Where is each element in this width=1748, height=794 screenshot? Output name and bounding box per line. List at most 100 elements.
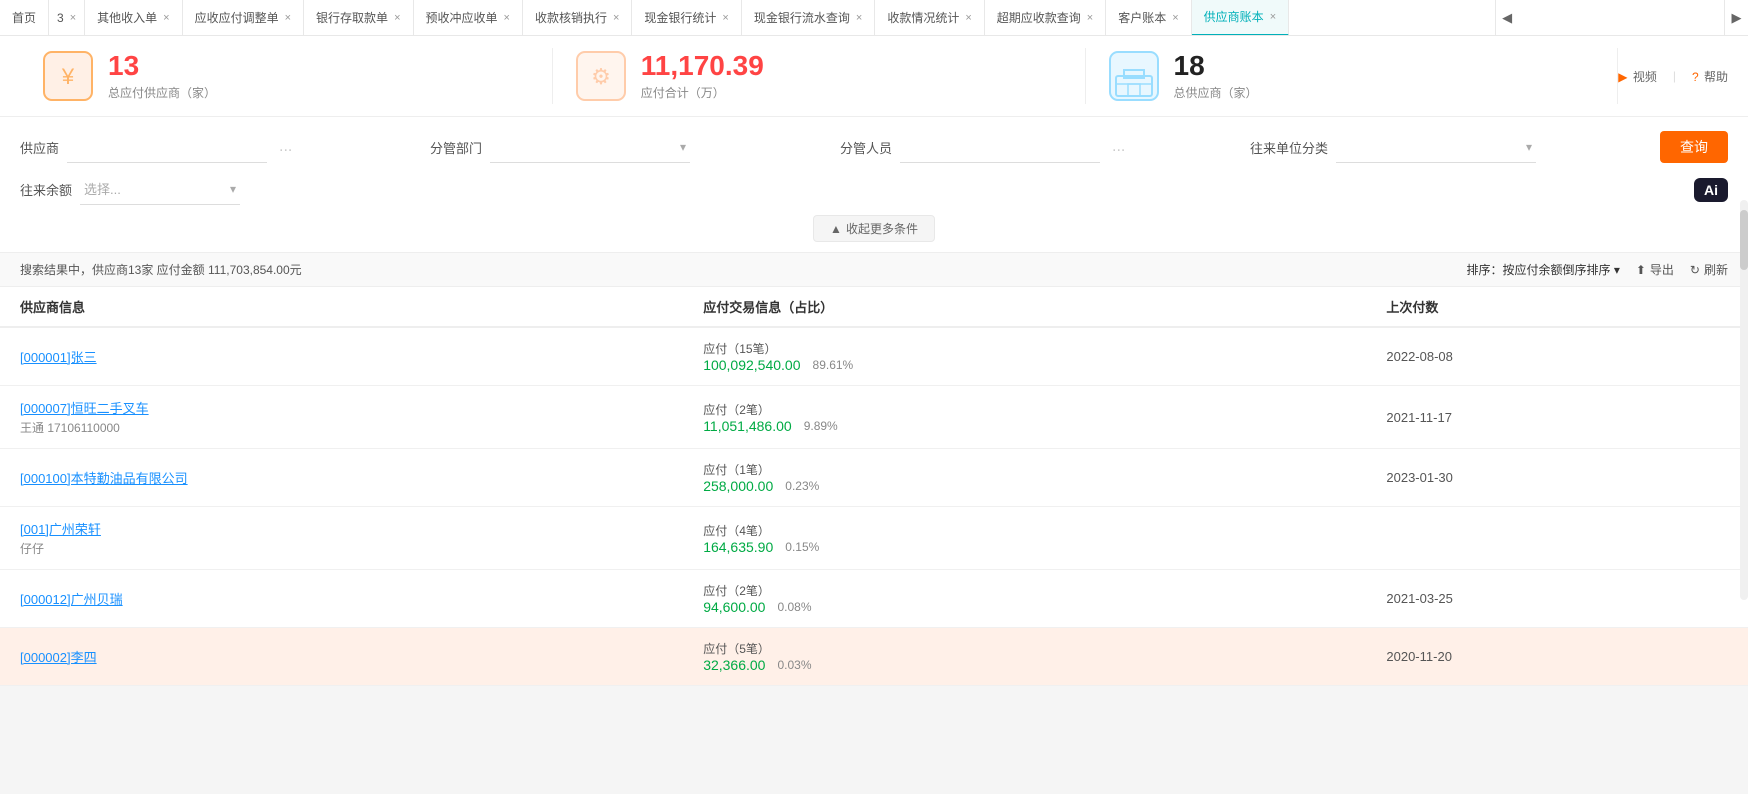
col-header-transaction: 应付交易信息（占比） [703,297,1386,316]
supplier-info-cell: [000100]本特勤油品有限公司 [20,468,703,487]
nav-tab-overdue-query-close[interactable]: × [1087,12,1093,24]
ai-badge-label: Ai [1704,182,1718,198]
transaction-cell: 应付（2笔） 11,051,486.00 9.89% [703,401,1386,434]
nav-left-arrow[interactable]: ◀ [1495,0,1519,36]
transaction-amount[interactable]: 100,092,540.00 [703,357,800,373]
query-button[interactable]: 查询 [1660,131,1728,163]
transaction-amount[interactable]: 11,051,486.00 [703,418,792,434]
transaction-cell: 应付（2笔） 94,600.00 0.08% [703,582,1386,615]
ap-suppliers-label: 总应付供应商（家） [108,84,216,101]
filter-row-2: 往来余额 选择... ▾ [20,173,1728,205]
refresh-button[interactable]: ↻ 刷新 [1690,261,1728,278]
collapse-button[interactable]: ▲ 收起更多条件 [813,215,935,242]
supplier-filter-label: 供应商 [20,138,59,157]
result-bar-actions: 排序：按应付余额倒序排序 ▾ ⬆ 导出 ↻ 刷新 [1466,261,1728,278]
nav-tab-other-income-close[interactable]: × [163,12,169,24]
nav-tab-customer-account-close[interactable]: × [1172,12,1178,24]
supplier-link[interactable]: [000007]恒旺二手叉车 [20,398,703,417]
nav-tab-3-label: 3 [57,11,64,25]
summary-bar: ¥ 13 总应付供应商（家） ⚙ 11,170.39 应付合计（万） [0,36,1748,117]
supplier-input[interactable] [67,131,267,163]
nav-tab-ap-adjust-close[interactable]: × [285,12,291,24]
filter-item-supplier: 供应商 ... [20,131,414,163]
transaction-label: 应付（1笔） [703,461,1386,478]
last-payment-date: 2020-11-20 [1386,649,1452,664]
nav-tab-other-income[interactable]: 其他收入单 × [85,0,182,36]
nav-tab-ap-adjust[interactable]: 应收应付调整单 × [183,0,304,36]
transaction-amount[interactable]: 164,635.90 [703,539,773,555]
supplier-link[interactable]: [001]广州荣轩 [20,519,703,538]
nav-tab-cash-bank-flow[interactable]: 现金银行流水查询 × [742,0,875,36]
balance-select[interactable]: 选择... ▾ [80,173,240,205]
export-label: 导出 [1650,261,1674,278]
nav-right-arrow[interactable]: ▶ [1724,0,1748,36]
total-suppliers-number: 18 [1174,52,1258,80]
ap-suppliers-number: 13 [108,52,216,80]
category-select[interactable]: ▾ [1336,131,1536,163]
supplier-info-cell: [000007]恒旺二手叉车 王通 17106110000 [20,398,703,436]
nav-tab-collection-stat[interactable]: 收款情况统计 × [875,0,984,36]
category-filter-label: 往来单位分类 [1250,138,1328,157]
transaction-pct: 89.61% [813,358,854,372]
person-input[interactable] [900,131,1100,163]
transaction-amount[interactable]: 258,000.00 [703,478,773,494]
nav-tab-advance-collect-close[interactable]: × [504,12,510,24]
refresh-label: 刷新 [1704,261,1728,278]
nav-tab-payment-verify-label: 收款核销执行 [535,9,607,26]
help-link[interactable]: ? 帮助 [1692,68,1728,85]
supplier-link[interactable]: [000002]李四 [20,647,703,666]
ap-total-label: 应付合计（万） [641,84,764,101]
supplier-link[interactable]: [000001]张三 [20,347,703,366]
collapse-icon: ▲ [830,222,842,236]
nav-tab-cash-bank-flow-close[interactable]: × [856,12,862,24]
nav-tab-home[interactable]: 首页 [0,0,49,36]
supplier-info-cell: [000002]李四 [20,647,703,666]
scrollbar-thumb[interactable] [1740,210,1748,270]
total-suppliers-icon [1106,48,1162,104]
department-select[interactable]: ▾ [490,131,690,163]
ai-badge[interactable]: Ai [1694,178,1728,202]
person-input-dots: ... [1112,138,1125,156]
nav-tab-bank-deposit[interactable]: 银行存取款单 × [304,0,413,36]
summary-card-ap-suppliers: ¥ 13 总应付供应商（家） [20,48,553,104]
nav-tab-supplier-account[interactable]: 供应商账本 × [1192,0,1289,36]
col-header-last-payment: 上次付数 [1386,297,1728,316]
nav-tab-advance-collect[interactable]: 预收冲应收单 × [414,0,523,36]
transaction-pct: 0.08% [777,600,811,614]
export-button[interactable]: ⬆ 导出 [1636,261,1674,278]
supplier-input-dots: ... [279,138,292,156]
transaction-pct: 0.23% [785,479,819,493]
nav-tab-payment-verify[interactable]: 收款核销执行 × [523,0,632,36]
nav-tab-cash-bank-stat-close[interactable]: × [722,12,728,24]
last-payment-date: 2021-03-25 [1386,591,1453,606]
transaction-amount[interactable]: 32,366.00 [703,657,765,673]
table-row: [000100]本特勤油品有限公司 应付（1笔） 258,000.00 0.23… [0,449,1748,507]
col-header-supplier: 供应商信息 [20,297,703,316]
supplier-contact: 仔仔 [20,540,703,557]
transaction-amount[interactable]: 94,600.00 [703,599,765,615]
nav-tab-supplier-account-close[interactable]: × [1270,11,1276,23]
nav-tab-3-close[interactable]: × [70,12,76,24]
summary-card-total-suppliers: 18 总供应商（家） [1086,48,1619,104]
nav-tab-home-label: 首页 [12,9,36,26]
nav-tab-ap-adjust-label: 应收应付调整单 [195,9,279,26]
nav-tab-customer-account[interactable]: 客户账本 × [1106,0,1191,36]
video-link[interactable]: ▶ 视频 [1618,68,1657,85]
filter-item-balance: 往来余额 选择... ▾ [20,173,300,205]
nav-tab-payment-verify-close[interactable]: × [613,12,619,24]
balance-filter-label: 往来余额 [20,180,72,199]
nav-tab-bank-deposit-close[interactable]: × [394,12,400,24]
nav-tab-3[interactable]: 3 × [49,0,85,36]
nav-tab-cash-bank-stat[interactable]: 现金银行统计 × [632,0,741,36]
last-payment-date: 2022-08-08 [1386,349,1453,364]
supplier-link[interactable]: [000100]本特勤油品有限公司 [20,468,703,487]
nav-tab-collection-stat-close[interactable]: × [965,12,971,24]
supplier-link[interactable]: [000012]广州贝瑞 [20,589,703,608]
nav-tab-overdue-query[interactable]: 超期应收款查询 × [985,0,1106,36]
filter-item-department: 分管部门 ▾ [430,131,824,163]
transaction-label: 应付（2笔） [703,582,1386,599]
sort-select[interactable]: 排序：按应付余额倒序排序 ▾ [1466,261,1619,278]
table-row: [000002]李四 应付（5笔） 32,366.00 0.03% 2020-1… [0,628,1748,686]
scrollbar[interactable] [1740,200,1748,600]
transaction-cell: 应付（4笔） 164,635.90 0.15% [703,522,1386,555]
